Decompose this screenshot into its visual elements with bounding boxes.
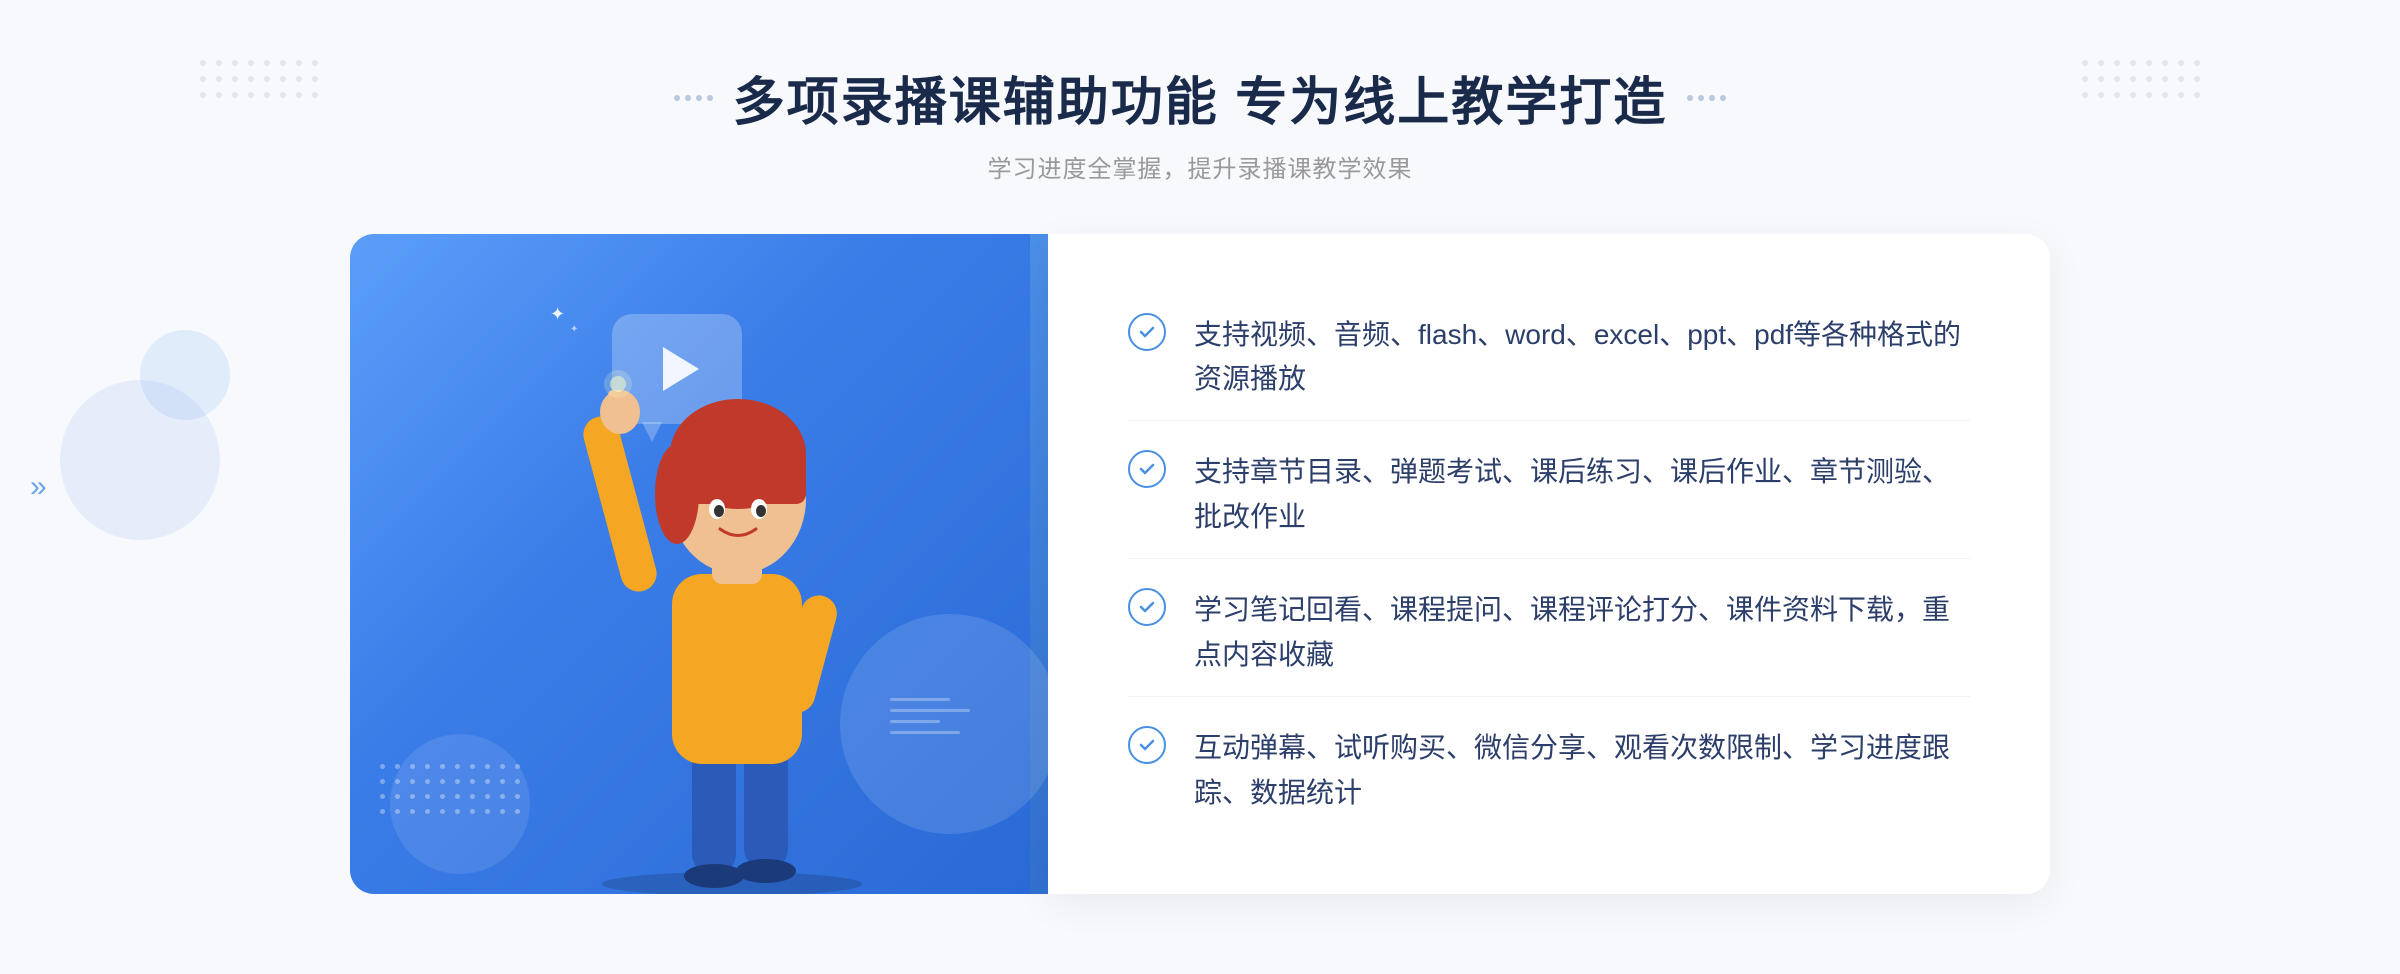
circle-medium (390, 734, 530, 874)
check-icon-1 (1128, 313, 1166, 351)
page-wrapper: » 多项录播课辅助功能 专为线上教学打造 学习进度全掌握，提升录播课教学效果 ✦… (0, 0, 2400, 974)
feature-item-4: 互动弹幕、试听购买、微信分享、观看次数限制、学习进度跟踪、数据统计 (1128, 708, 1970, 834)
feature-text-3: 学习笔记回看、课程提问、课程评论打分、课件资料下载，重点内容收藏 (1194, 588, 1970, 678)
features-panel: 支持视频、音频、flash、word、excel、ppt、pdf等各种格式的资源… (1048, 234, 2050, 894)
illustration-panel: ✦ ✦ (350, 234, 1030, 894)
bg-circle-2 (140, 330, 230, 420)
left-arrow-decoration: » (30, 470, 47, 504)
header-decorators: 多项录播课辅助功能 专为线上教学打造 (674, 60, 1726, 135)
feature-item-1: 支持视频、音频、flash、word、excel、ppt、pdf等各种格式的资源… (1128, 295, 1970, 422)
check-icon-3 (1128, 588, 1166, 626)
content-area: ✦ ✦ (350, 234, 2050, 894)
feature-text-1: 支持视频、音频、flash、word、excel、ppt、pdf等各种格式的资源… (1194, 313, 1970, 403)
feature-text-4: 互动弹幕、试听购买、微信分享、观看次数限制、学习进度跟踪、数据统计 (1194, 726, 1970, 816)
decorator-dots-right (1687, 95, 1726, 101)
feature-item-3: 学习笔记回看、课程提问、课程评论打分、课件资料下载，重点内容收藏 (1128, 570, 1970, 697)
decorator-dots-left (674, 95, 713, 101)
human-illustration (542, 354, 912, 894)
sparkle-1: ✦ (550, 304, 565, 325)
subtitle: 学习进度全掌握，提升录播课教学效果 (674, 149, 1726, 184)
check-icon-4 (1128, 726, 1166, 764)
main-title: 多项录播课辅助功能 专为线上教学打造 (733, 60, 1667, 135)
feature-item-2: 支持章节目录、弹题考试、课后练习、课后作业、章节测验、批改作业 (1128, 432, 1970, 559)
top-dots-right (2082, 60, 2200, 98)
feature-text-2: 支持章节目录、弹题考试、课后练习、课后作业、章节测验、批改作业 (1194, 450, 1970, 540)
sparkle-2: ✦ (570, 324, 578, 335)
top-dots-left (200, 60, 318, 98)
check-icon-2 (1128, 450, 1166, 488)
header-section: 多项录播课辅助功能 专为线上教学打造 学习进度全掌握，提升录播课教学效果 (674, 60, 1726, 184)
